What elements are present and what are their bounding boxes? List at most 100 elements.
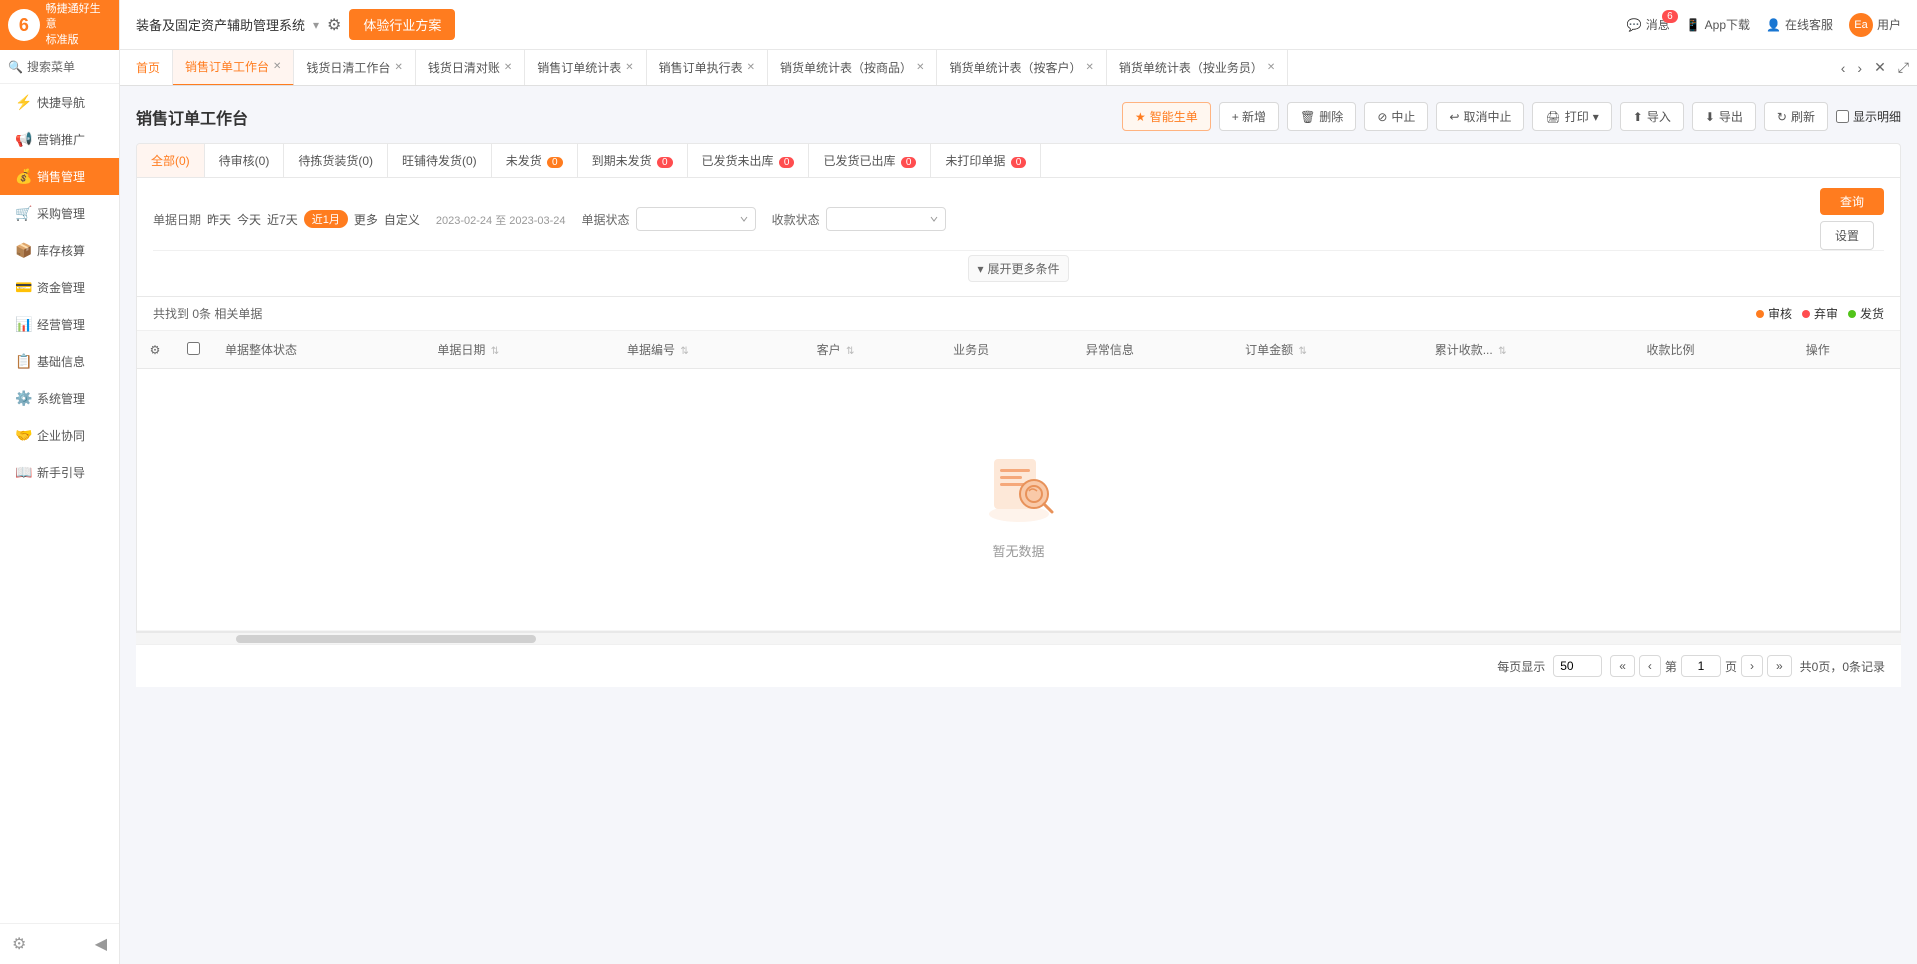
tab-cash-reconcile[interactable]: 钱货日清对账 ✕ — [416, 50, 525, 86]
online-service-label: 在线客服 — [1785, 16, 1833, 33]
sidebar-search[interactable]: 🔍 搜索菜单 — [0, 50, 119, 84]
tab-sales-customer-stats[interactable]: 销货单统计表（按客户） ✕ — [937, 50, 1106, 86]
tab-sales-stats-close-icon[interactable]: ✕ — [625, 62, 633, 73]
sidebar-nav-item-finance[interactable]: 💳 资金管理 — [0, 269, 119, 306]
date-option-1month[interactable]: 近1月 — [304, 210, 348, 228]
payment-filter-select[interactable] — [826, 207, 946, 231]
per-page-select[interactable]: 50 10 20 100 — [1553, 655, 1602, 677]
subtab-wangpu[interactable]: 旺铺待发货(0) — [388, 144, 492, 177]
import-label: 导入 — [1647, 108, 1671, 125]
app-download-button[interactable]: 📱 App下载 — [1686, 16, 1750, 33]
prev-page-button[interactable]: ‹ — [1639, 655, 1661, 677]
scrollbar-thumb[interactable] — [236, 635, 536, 643]
stop-button[interactable]: ⊘ 中止 — [1364, 102, 1428, 131]
th-check[interactable] — [173, 331, 213, 369]
date-option-custom[interactable]: 自定义 — [384, 211, 420, 228]
tab-sales-order-workbench[interactable]: 销售订单工作台 ✕ — [173, 50, 294, 86]
tab-sales-customer-stats-close-icon[interactable]: ✕ — [1085, 62, 1093, 73]
subtab-shipped-not-out[interactable]: 已发货未出库 0 — [688, 144, 810, 177]
cancel-action[interactable]: 弃审 — [1802, 305, 1838, 322]
next-page-button[interactable]: › — [1741, 655, 1763, 677]
query-button[interactable]: 查询 — [1820, 188, 1884, 215]
settings-icon[interactable]: ⚙ — [12, 934, 26, 954]
date-option-7days[interactable]: 近7天 — [267, 211, 298, 228]
subtab-pending-inspection[interactable]: 待拣货装货(0) — [284, 144, 388, 177]
page-number-input[interactable] — [1681, 655, 1721, 677]
subtab-not-shipped[interactable]: 未发货 0 — [492, 144, 578, 177]
sidebar-nav-item-purchase[interactable]: 🛒 采购管理 — [0, 195, 119, 232]
subtab-not-printed[interactable]: 未打印单据 0 — [931, 144, 1041, 177]
sidebar-nav-item-system[interactable]: ⚙️ 系统管理 — [0, 380, 119, 417]
tab-cash-reconcile-close-icon[interactable]: ✕ — [504, 62, 512, 73]
page-title: 销售订单工作台 — [136, 105, 248, 129]
horizontal-scrollbar[interactable] — [136, 632, 1901, 644]
th-received[interactable]: 累计收款... ⇅ — [1423, 331, 1635, 369]
message-button[interactable]: 💬 消息 6 — [1627, 16, 1670, 33]
date-option-today[interactable]: 今天 — [237, 211, 261, 228]
user-label: 用户 — [1877, 16, 1901, 33]
smart-create-button[interactable]: ★ 智能生单 — [1122, 102, 1211, 131]
tab-sales-execution-close-icon[interactable]: ✕ — [747, 62, 755, 73]
tab-sales-stats[interactable]: 销售订单统计表 ✕ — [525, 50, 646, 86]
expand-filter-button[interactable]: ▾ 展开更多条件 — [968, 255, 1068, 282]
sidebar-nav-item-basic[interactable]: 📋 基础信息 — [0, 343, 119, 380]
tab-sales-product-stats-close-icon[interactable]: ✕ — [916, 62, 924, 73]
setting-button[interactable]: 设置 — [1820, 221, 1874, 250]
tab-home[interactable]: 首页 — [124, 50, 173, 86]
online-service-button[interactable]: 👤 在线客服 — [1766, 16, 1833, 33]
select-all-checkbox[interactable] — [187, 342, 200, 355]
sidebar-nav-item-marketing[interactable]: 📢 营销推广 — [0, 121, 119, 158]
first-page-button[interactable]: « — [1610, 655, 1635, 677]
sidebar-nav-item-inventory[interactable]: 📦 库存核算 — [0, 232, 119, 269]
export-button[interactable]: ⬇ 导出 — [1692, 102, 1756, 131]
status-filter-select[interactable] — [636, 207, 756, 231]
show-detail-checkbox[interactable]: 显示明细 — [1836, 108, 1901, 125]
guide-icon: 📖 — [15, 464, 31, 481]
last-page-button[interactable]: » — [1767, 655, 1792, 677]
sidebar-nav-item-guide[interactable]: 📖 新手引导 — [0, 454, 119, 491]
user-profile-button[interactable]: Ea 用户 — [1849, 13, 1901, 37]
refresh-button[interactable]: ↻ 刷新 — [1764, 102, 1828, 131]
topbar-dropdown-icon[interactable]: ▾ — [313, 18, 319, 32]
sidebar-nav-item-enterprise[interactable]: 🤝 企业协同 — [0, 417, 119, 454]
tab-cash-daily[interactable]: 钱货日清工作台 ✕ — [294, 50, 415, 86]
review-action[interactable]: 审核 — [1756, 305, 1792, 322]
tab-sales-order-workbench-close-icon[interactable]: ✕ — [273, 61, 281, 72]
print-button[interactable]: 🖨 打印 ▾ — [1532, 102, 1611, 131]
show-detail-check[interactable] — [1836, 110, 1849, 123]
main-area: 装备及固定资产辅助管理系统 ▾ ⚙ 体验行业方案 💬 消息 6 📱 App下载 … — [120, 0, 1917, 964]
date-option-yesterday[interactable]: 昨天 — [207, 211, 231, 228]
th-date[interactable]: 单据日期 ⇅ — [425, 331, 615, 369]
th-setting[interactable]: ⚙ — [137, 331, 173, 369]
sidebar-nav-item-quick-nav[interactable]: ⚡ 快捷导航 — [0, 84, 119, 121]
tab-prev-icon[interactable]: ‹ — [1837, 60, 1850, 76]
tab-cash-daily-close-icon[interactable]: ✕ — [394, 62, 402, 73]
tab-close-all-icon[interactable]: ✕ — [1870, 59, 1890, 76]
th-amount[interactable]: 订单金额 ⇅ — [1233, 331, 1423, 369]
tab-sales-staff-stats-close-icon[interactable]: ✕ — [1267, 62, 1275, 73]
topbar-gear-icon[interactable]: ⚙ — [327, 15, 341, 35]
cancel-stop-button[interactable]: ↩ 取消中止 — [1436, 102, 1524, 131]
trial-button[interactable]: 体验行业方案 — [349, 9, 455, 40]
th-customer[interactable]: 客户 ⇅ — [805, 331, 942, 369]
tab-cash-daily-label: 钱货日清工作台 — [306, 59, 390, 76]
tab-next-icon[interactable]: › — [1853, 60, 1866, 76]
sidebar-nav-item-sales[interactable]: 💰 销售管理 — [0, 158, 119, 195]
tab-sales-execution[interactable]: 销售订单执行表 ✕ — [647, 50, 768, 86]
new-button[interactable]: + 新增 — [1219, 102, 1279, 131]
tab-sales-product-stats[interactable]: 销货单统计表（按商品） ✕ — [768, 50, 937, 86]
import-button[interactable]: ⬆ 导入 — [1620, 102, 1684, 131]
tab-sales-staff-stats[interactable]: 销货单统计表（按业务员） ✕ — [1107, 50, 1288, 86]
tab-expand-icon[interactable]: ⤢ — [1894, 59, 1913, 76]
ship-action[interactable]: 发货 — [1848, 305, 1884, 322]
subtab-all[interactable]: 全部(0) — [137, 144, 205, 177]
subtab-pending-review[interactable]: 待审核(0) — [205, 144, 285, 177]
subtab-overdue-not-shipped[interactable]: 到期未发货 0 — [578, 144, 688, 177]
delete-button[interactable]: 🗑 删除 — [1287, 102, 1356, 131]
sidebar-nav-item-operation[interactable]: 📊 经营管理 — [0, 306, 119, 343]
collapse-icon[interactable]: ◀ — [95, 934, 107, 954]
subtab-shipped-out[interactable]: 已发货已出库 0 — [809, 144, 931, 177]
th-number[interactable]: 单据编号 ⇅ — [615, 331, 805, 369]
subtab-shipped-not-out-badge: 0 — [779, 157, 795, 168]
date-option-more[interactable]: 更多 — [354, 211, 378, 228]
